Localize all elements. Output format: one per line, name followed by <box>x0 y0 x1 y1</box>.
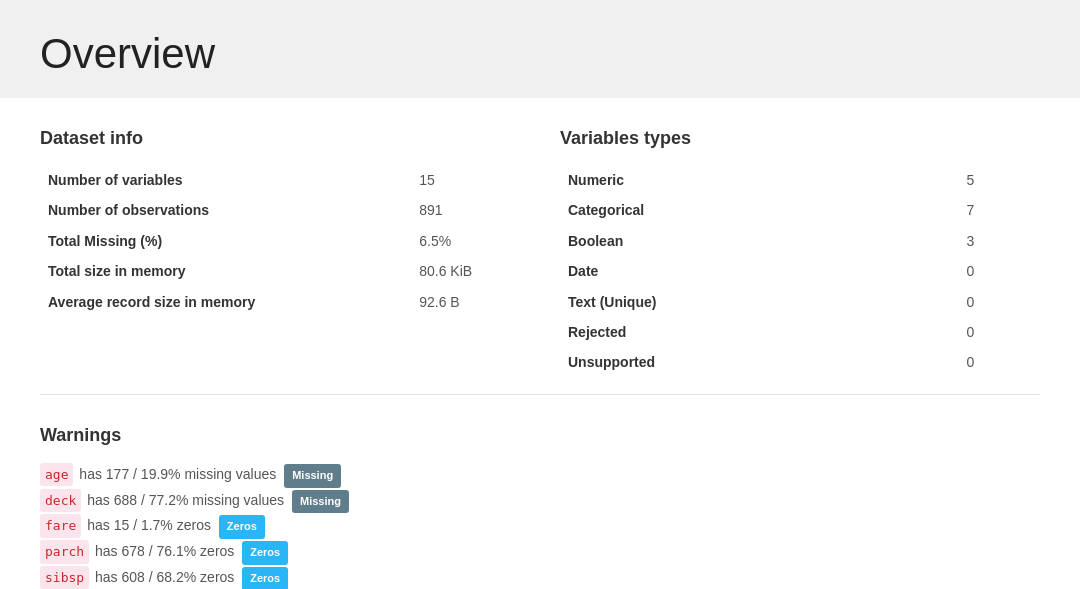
status-badge: Missing <box>284 464 341 488</box>
list-item: fare has 15 / 1.7% zeros Zeros <box>40 513 1040 539</box>
info-label: Number of variables <box>40 165 411 195</box>
section-divider <box>40 394 1040 395</box>
warning-text: has 688 / 77.2% missing values <box>83 492 288 508</box>
info-label: Total size in memory <box>40 256 411 286</box>
warnings-section: Warnings age has 177 / 19.9% missing val… <box>40 425 1040 589</box>
table-row: Date 0 <box>560 256 1040 286</box>
table-row: Unsupported 0 <box>560 347 1040 377</box>
header-section: Overview <box>0 0 1080 98</box>
var-type-value: 5 <box>959 165 1040 195</box>
warnings-list: age has 177 / 19.9% missing values Missi… <box>40 462 1040 589</box>
warnings-title: Warnings <box>40 425 1040 446</box>
variables-types-table: Numeric 5 Categorical 7 Boolean 3 Date 0… <box>560 165 1040 378</box>
info-value: 80.6 KiB <box>411 256 520 286</box>
var-type-value: 0 <box>959 317 1040 347</box>
var-type-label: Rejected <box>560 317 959 347</box>
var-type-label: Unsupported <box>560 347 959 377</box>
table-row: Average record size in memory 92.6 B <box>40 287 520 317</box>
var-type-value: 7 <box>959 195 1040 225</box>
info-label: Number of observations <box>40 195 411 225</box>
status-badge: Missing <box>292 490 349 514</box>
dataset-info-section: Dataset info Number of variables 15 Numb… <box>40 128 520 378</box>
info-value: 891 <box>411 195 520 225</box>
table-row: Total size in memory 80.6 KiB <box>40 256 520 286</box>
var-type-label: Date <box>560 256 959 286</box>
var-type-value: 0 <box>959 256 1040 286</box>
table-row: Numeric 5 <box>560 165 1040 195</box>
info-label: Total Missing (%) <box>40 226 411 256</box>
table-row: Text (Unique) 0 <box>560 287 1040 317</box>
list-item: sibsp has 608 / 68.2% zeros Zeros <box>40 565 1040 589</box>
page-title: Overview <box>40 30 1040 78</box>
info-label: Average record size in memory <box>40 287 411 317</box>
dataset-info-title: Dataset info <box>40 128 520 149</box>
status-badge: Zeros <box>242 567 288 589</box>
var-type-value: 3 <box>959 226 1040 256</box>
table-row: Boolean 3 <box>560 226 1040 256</box>
info-value: 15 <box>411 165 520 195</box>
table-row: Categorical 7 <box>560 195 1040 225</box>
var-type-label: Categorical <box>560 195 959 225</box>
warning-text: has 177 / 19.9% missing values <box>75 466 280 482</box>
var-type-value: 0 <box>959 347 1040 377</box>
status-badge: Zeros <box>219 515 265 539</box>
warning-text: has 608 / 68.2% zeros <box>91 569 238 585</box>
var-name-tag: age <box>40 463 73 486</box>
info-value: 6.5% <box>411 226 520 256</box>
page-wrapper: Overview Dataset info Number of variable… <box>0 0 1080 589</box>
var-type-label: Boolean <box>560 226 959 256</box>
var-name-tag: parch <box>40 540 89 563</box>
list-item: age has 177 / 19.9% missing values Missi… <box>40 462 1040 488</box>
main-content: Dataset info Number of variables 15 Numb… <box>0 98 1080 589</box>
var-type-label: Text (Unique) <box>560 287 959 317</box>
table-row: Number of variables 15 <box>40 165 520 195</box>
var-name-tag: fare <box>40 514 81 537</box>
two-col-layout: Dataset info Number of variables 15 Numb… <box>40 128 1040 378</box>
info-value: 92.6 B <box>411 287 520 317</box>
variables-types-title: Variables types <box>560 128 1040 149</box>
var-name-tag: deck <box>40 489 81 512</box>
table-row: Rejected 0 <box>560 317 1040 347</box>
list-item: deck has 688 / 77.2% missing values Miss… <box>40 488 1040 514</box>
var-type-label: Numeric <box>560 165 959 195</box>
status-badge: Zeros <box>242 541 288 565</box>
dataset-info-table: Number of variables 15 Number of observa… <box>40 165 520 317</box>
table-row: Number of observations 891 <box>40 195 520 225</box>
table-row: Total Missing (%) 6.5% <box>40 226 520 256</box>
list-item: parch has 678 / 76.1% zeros Zeros <box>40 539 1040 565</box>
warning-text: has 15 / 1.7% zeros <box>83 517 215 533</box>
var-type-value: 0 <box>959 287 1040 317</box>
var-name-tag: sibsp <box>40 566 89 589</box>
variables-types-section: Variables types Numeric 5 Categorical 7 … <box>560 128 1040 378</box>
warning-text: has 678 / 76.1% zeros <box>91 543 238 559</box>
